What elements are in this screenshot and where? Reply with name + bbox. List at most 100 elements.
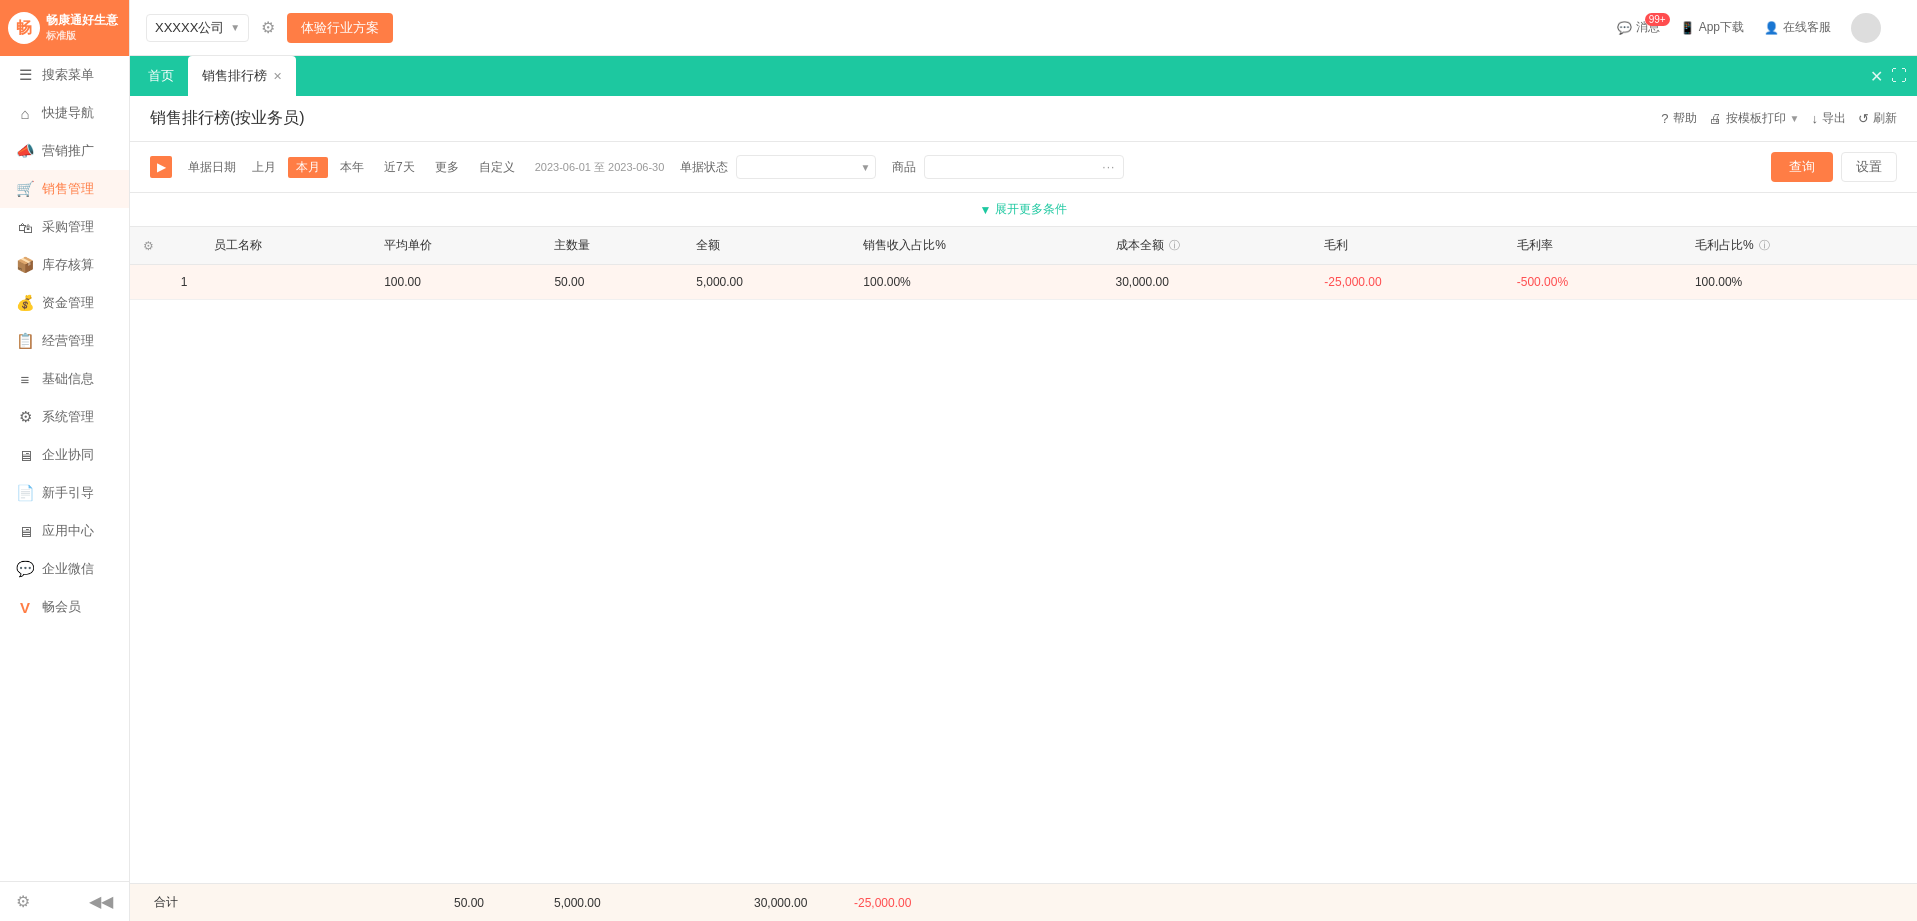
user-avatar[interactable] xyxy=(1851,13,1881,43)
table-wrap: ⚙ 员工名称 平均单价 主数量 全额 销售收入占比% 成本全额 ⓘ 毛利 毛利率… xyxy=(130,227,1917,883)
filter-bar: ▶ 单据日期 上月 本月 本年 近7天 更多 自定义 2023-06-01 至 … xyxy=(130,142,1917,193)
footer-cost: 30,000.00 xyxy=(742,896,842,910)
online-service-icon: 👤 xyxy=(1764,21,1779,35)
table-body: 1 100.00 50.00 5,000.00 100.00% 30,000.0… xyxy=(130,265,1917,300)
sidebar-item-marketing[interactable]: 📣 营销推广 xyxy=(0,132,129,170)
enterprise-icon: 🖥 xyxy=(16,447,34,464)
tab-close-window-icon[interactable]: ✕ xyxy=(1870,67,1883,86)
tab-close-icon[interactable]: ✕ xyxy=(273,70,282,83)
footer-amount: 5,000.00 xyxy=(542,896,642,910)
trial-button[interactable]: 体验行业方案 xyxy=(287,13,393,43)
date-range-label: 2023-06-01 至 2023-06-30 xyxy=(535,160,665,175)
filter-collapse-button[interactable]: ▶ xyxy=(150,156,172,178)
sidebar-item-guide[interactable]: 📄 新手引导 xyxy=(0,474,129,512)
collapse-icon[interactable]: ◀◀ xyxy=(89,892,113,911)
query-button[interactable]: 查询 xyxy=(1771,152,1833,182)
settings-button[interactable]: 设置 xyxy=(1841,152,1897,182)
table-row: 1 100.00 50.00 5,000.00 100.00% 30,000.0… xyxy=(130,265,1917,300)
refresh-button[interactable]: ↺ 刷新 xyxy=(1858,110,1897,127)
sidebar-footer: ⚙ ◀◀ xyxy=(0,881,129,921)
print-button[interactable]: 🖨 按模板打印 ▼ xyxy=(1709,110,1800,127)
sidebar-item-finance[interactable]: 💰 资金管理 xyxy=(0,284,129,322)
sidebar-item-enterprise[interactable]: 🖥 企业协同 xyxy=(0,436,129,474)
sidebar-item-inventory[interactable]: 📦 库存核算 xyxy=(0,246,129,284)
sidebar-item-label: 基础信息 xyxy=(42,370,94,388)
row-sales-pct: 100.00% xyxy=(851,265,1103,300)
date-option-this-month[interactable]: 本月 xyxy=(288,157,328,178)
goods-more-icon[interactable]: ··· xyxy=(1102,160,1115,174)
tab-sales-ranking[interactable]: 销售排行榜 ✕ xyxy=(188,56,296,96)
col-avg-price: 平均单价 xyxy=(372,227,542,265)
date-filter-label: 单据日期 xyxy=(188,159,236,176)
table-header-row: ⚙ 员工名称 平均单价 主数量 全额 销售收入占比% 成本全额 ⓘ 毛利 毛利率… xyxy=(130,227,1917,265)
sidebar-item-appcenter[interactable]: 🖥 应用中心 xyxy=(0,512,129,550)
settings-bottom-icon[interactable]: ⚙ xyxy=(16,892,30,911)
app-download-button[interactable]: 📱 App下载 xyxy=(1680,19,1744,36)
company-selector[interactable]: XXXXX公司 ▼ xyxy=(146,14,249,42)
filter-actions: 查询 设置 xyxy=(1771,152,1897,182)
company-caret-icon: ▼ xyxy=(230,22,240,33)
expand-conditions-button[interactable]: ▼ 展开更多条件 xyxy=(980,197,1068,222)
sidebar-item-purchase[interactable]: 🛍 采购管理 xyxy=(0,208,129,246)
content-area: 销售排行榜(按业务员) ? 帮助 🖨 按模板打印 ▼ ↓ 导出 ↺ 刷新 xyxy=(130,96,1917,921)
goods-input[interactable]: ··· xyxy=(924,155,1124,179)
row-rank: 1 xyxy=(166,265,202,300)
system-icon: ⚙ xyxy=(16,408,34,426)
sidebar-item-member[interactable]: V 畅会员 xyxy=(0,588,129,626)
sidebar-nav: ☰ 搜索菜单 ⌂ 快捷导航 📣 营销推广 🛒 销售管理 🛍 采购管理 📦 库存核… xyxy=(0,56,129,881)
row-cost: 30,000.00 xyxy=(1104,265,1313,300)
sidebar-item-label: 营销推广 xyxy=(42,142,94,160)
date-option-custom[interactable]: 自定义 xyxy=(471,157,523,178)
row-gross-pct: 100.00% xyxy=(1683,265,1917,300)
date-option-this-year[interactable]: 本年 xyxy=(332,157,372,178)
sidebar-logo: 畅 畅康通好生意 标准版 xyxy=(0,0,129,56)
col-gross-rate: 毛利率 xyxy=(1505,227,1683,265)
sidebar-item-system[interactable]: ⚙ 系统管理 xyxy=(0,398,129,436)
sidebar-item-label: 库存核算 xyxy=(42,256,94,274)
sidebar-item-basic-info[interactable]: ≡ 基础信息 xyxy=(0,360,129,398)
app-download-label: App下载 xyxy=(1699,19,1744,36)
app-download-icon: 📱 xyxy=(1680,21,1695,35)
guide-icon: 📄 xyxy=(16,484,34,502)
sidebar-item-operations[interactable]: 📋 经营管理 xyxy=(0,322,129,360)
print-label: 按模板打印 xyxy=(1726,110,1786,127)
topbar: XXXXX公司 ▼ ⚙ 体验行业方案 💬 消息 99+ 📱 App下载 👤 在线… xyxy=(130,0,1917,56)
col-settings[interactable]: ⚙ xyxy=(130,227,166,265)
export-icon: ↓ xyxy=(1812,111,1819,126)
footer-qty: 50.00 xyxy=(442,896,542,910)
date-option-last-month[interactable]: 上月 xyxy=(244,157,284,178)
print-caret-icon: ▼ xyxy=(1790,113,1800,124)
date-options: 上月 本月 本年 近7天 更多 自定义 xyxy=(244,157,523,178)
cost-info-icon[interactable]: ⓘ xyxy=(1169,239,1180,251)
tab-maximize-icon[interactable]: ⛶ xyxy=(1891,67,1907,85)
page-actions: ? 帮助 🖨 按模板打印 ▼ ↓ 导出 ↺ 刷新 xyxy=(1661,110,1897,127)
sidebar-item-label: 快捷导航 xyxy=(42,104,94,122)
online-service-button[interactable]: 👤 在线客服 xyxy=(1764,19,1831,36)
sidebar-item-label: 经营管理 xyxy=(42,332,94,350)
message-button[interactable]: 💬 消息 99+ xyxy=(1617,19,1660,36)
sidebar-item-wechat[interactable]: 💬 企业微信 xyxy=(0,550,129,588)
status-filter-group: 单据状态 ▼ xyxy=(680,155,876,179)
tab-home[interactable]: 首页 xyxy=(134,56,188,96)
col-gross: 毛利 xyxy=(1312,227,1504,265)
sidebar-item-label: 销售管理 xyxy=(42,180,94,198)
sidebar-item-nav[interactable]: ⌂ 快捷导航 xyxy=(0,94,129,132)
operations-icon: 📋 xyxy=(16,332,34,350)
finance-icon: 💰 xyxy=(16,294,34,312)
help-button[interactable]: ? 帮助 xyxy=(1661,110,1696,127)
marketing-icon: 📣 xyxy=(16,142,34,160)
row-settings-icon xyxy=(130,265,166,300)
sidebar-item-search[interactable]: ☰ 搜索菜单 xyxy=(0,56,129,94)
main-area: XXXXX公司 ▼ ⚙ 体验行业方案 💬 消息 99+ 📱 App下载 👤 在线… xyxy=(130,0,1917,921)
sidebar-item-label: 畅会员 xyxy=(42,598,81,616)
export-button[interactable]: ↓ 导出 xyxy=(1812,110,1847,127)
sidebar-item-sales[interactable]: 🛒 销售管理 xyxy=(0,170,129,208)
date-option-more[interactable]: 更多 xyxy=(427,157,467,178)
date-option-7days[interactable]: 近7天 xyxy=(376,157,423,178)
gross-pct-info-icon[interactable]: ⓘ xyxy=(1759,239,1770,251)
expand-label: 展开更多条件 xyxy=(995,201,1067,218)
app-name: 畅康通好生意 xyxy=(46,13,118,29)
status-select[interactable] xyxy=(736,155,876,179)
topbar-settings-icon[interactable]: ⚙ xyxy=(261,18,275,37)
wechat-icon: 💬 xyxy=(16,560,34,578)
